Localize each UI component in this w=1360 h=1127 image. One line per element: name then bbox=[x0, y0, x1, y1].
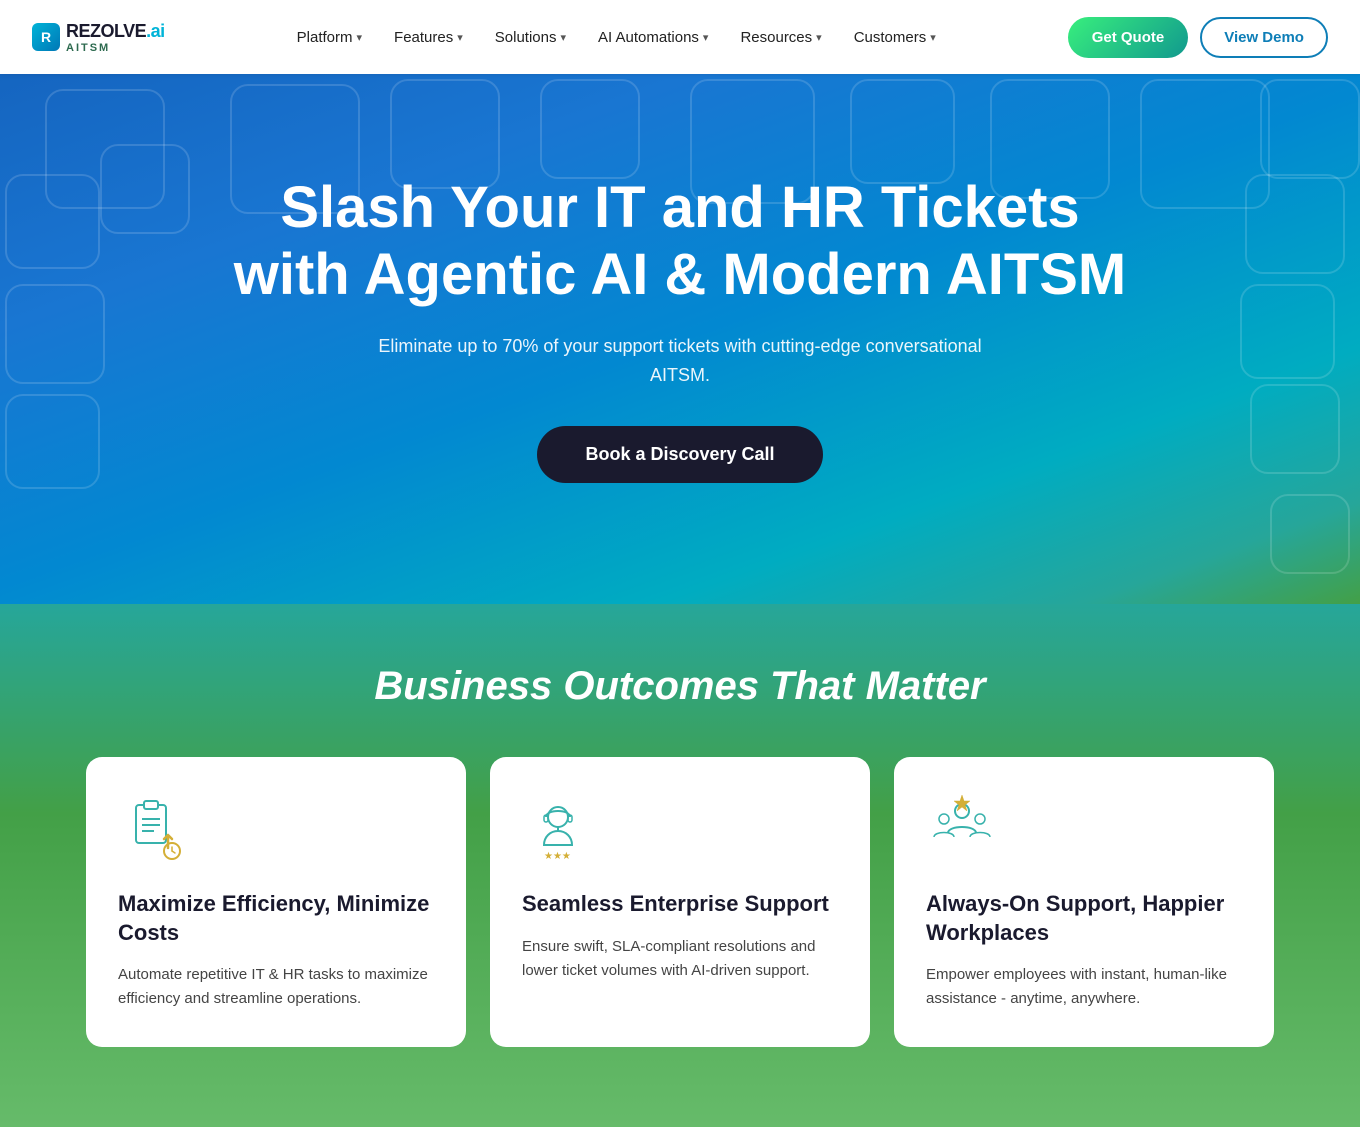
hero-title: Slash Your IT and HR Tickets with Agenti… bbox=[230, 175, 1130, 308]
card-title-always-on: Always-On Support, Happier Workplaces bbox=[926, 890, 1242, 947]
card-desc-efficiency: Automate repetitive IT & HR tasks to max… bbox=[118, 963, 434, 1011]
nav-item-resources[interactable]: Resources ▾ bbox=[726, 21, 835, 54]
outcomes-title: Business Outcomes That Matter bbox=[40, 664, 1320, 709]
chevron-down-icon: ▾ bbox=[457, 31, 463, 44]
card-title-enterprise: Seamless Enterprise Support bbox=[522, 890, 838, 919]
nav-item-platform[interactable]: Platform ▾ bbox=[283, 21, 376, 54]
outcome-card-enterprise: ★★★ Seamless Enterprise Support Ensure s… bbox=[490, 757, 870, 1047]
always-on-icon bbox=[926, 793, 1242, 870]
navbar: R REZOLVE.ai AITSM Platform ▾ Features ▾… bbox=[0, 0, 1360, 74]
outcome-card-always-on: Always-On Support, Happier Workplaces Em… bbox=[894, 757, 1274, 1047]
card-desc-always-on: Empower employees with instant, human-li… bbox=[926, 963, 1242, 1011]
card-desc-enterprise: Ensure swift, SLA-compliant resolutions … bbox=[522, 935, 838, 983]
chevron-down-icon: ▾ bbox=[930, 31, 936, 44]
nav-actions: Get Quote View Demo bbox=[1068, 17, 1328, 58]
outcome-cards: Maximize Efficiency, Minimize Costs Auto… bbox=[80, 757, 1280, 1047]
enterprise-icon: ★★★ bbox=[522, 793, 838, 870]
svg-text:★★★: ★★★ bbox=[544, 851, 571, 862]
chevron-down-icon: ▾ bbox=[816, 31, 822, 44]
nav-item-customers[interactable]: Customers ▾ bbox=[840, 21, 950, 54]
get-quote-button[interactable]: Get Quote bbox=[1068, 17, 1189, 58]
nav-item-features[interactable]: Features ▾ bbox=[380, 21, 477, 54]
logo-text: REZOLVE.ai AITSM bbox=[66, 21, 165, 54]
logo-aitsm: AITSM bbox=[66, 42, 165, 54]
nav-links: Platform ▾ Features ▾ Solutions ▾ AI Aut… bbox=[283, 21, 950, 54]
book-discovery-call-button[interactable]: Book a Discovery Call bbox=[537, 426, 822, 483]
logo[interactable]: R REZOLVE.ai AITSM bbox=[32, 21, 165, 54]
view-demo-button[interactable]: View Demo bbox=[1200, 17, 1328, 58]
chevron-down-icon: ▾ bbox=[357, 31, 363, 44]
chevron-down-icon: ▾ bbox=[703, 31, 709, 44]
hero-section: Slash Your IT and HR Tickets with Agenti… bbox=[0, 74, 1360, 604]
chevron-down-icon: ▾ bbox=[560, 31, 566, 44]
efficiency-icon bbox=[118, 793, 434, 870]
outcome-card-efficiency: Maximize Efficiency, Minimize Costs Auto… bbox=[86, 757, 466, 1047]
card-title-efficiency: Maximize Efficiency, Minimize Costs bbox=[118, 890, 434, 947]
logo-icon: R bbox=[32, 23, 60, 51]
hero-subtitle: Eliminate up to 70% of your support tick… bbox=[370, 332, 990, 390]
nav-item-solutions[interactable]: Solutions ▾ bbox=[481, 21, 580, 54]
nav-item-ai-automations[interactable]: AI Automations ▾ bbox=[584, 21, 722, 54]
outcomes-section: Business Outcomes That Matter bbox=[0, 604, 1360, 1127]
